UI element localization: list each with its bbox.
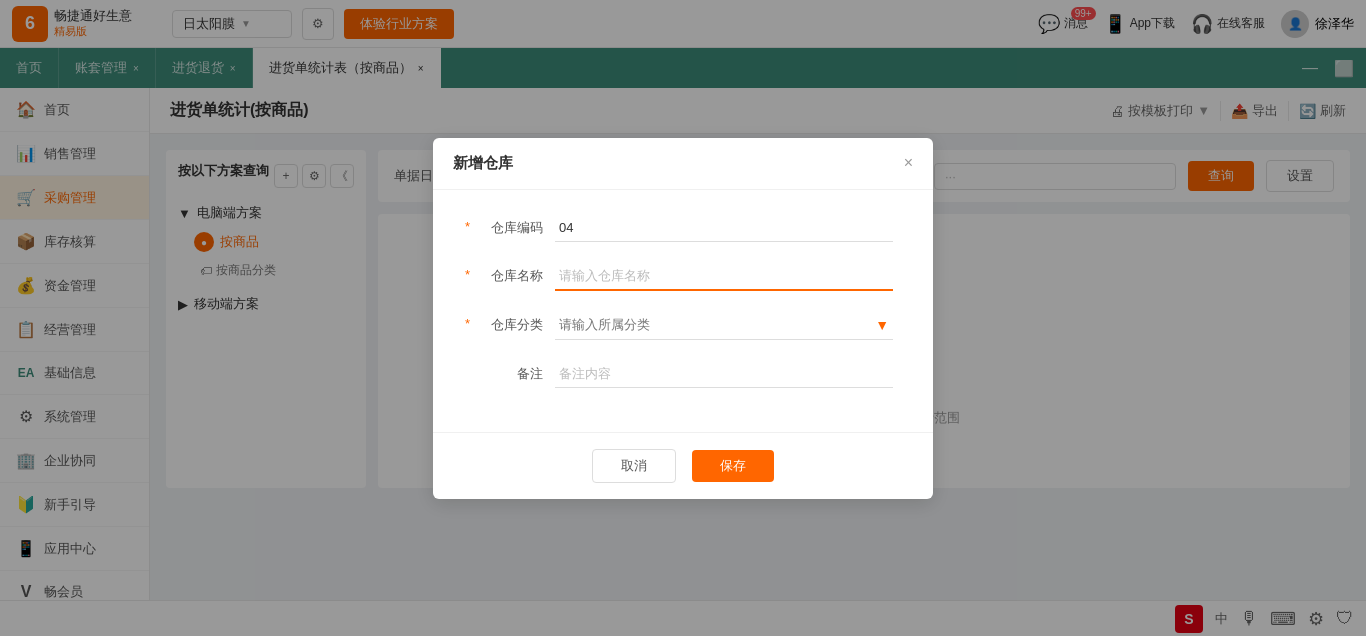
name-input[interactable] (555, 262, 893, 291)
modal-overlay: 新增仓库 × 仓库编码 仓库名称 仓库分类 ▼ (0, 0, 1366, 636)
modal-title: 新增仓库 (453, 154, 513, 173)
modal-body: 仓库编码 仓库名称 仓库分类 ▼ 备注 (433, 190, 933, 432)
modal-header: 新增仓库 × (433, 138, 933, 190)
modal-footer: 取消 保存 (433, 432, 933, 499)
name-label: 仓库名称 (473, 267, 543, 285)
form-row-remark: 备注 (473, 360, 893, 388)
modal-new-warehouse: 新增仓库 × 仓库编码 仓库名称 仓库分类 ▼ (433, 138, 933, 499)
remark-label: 备注 (473, 365, 543, 383)
save-btn[interactable]: 保存 (692, 450, 774, 482)
code-input[interactable] (555, 214, 893, 242)
category-label: 仓库分类 (473, 316, 543, 334)
modal-close-btn[interactable]: × (904, 154, 913, 172)
remark-input[interactable] (555, 360, 893, 388)
cancel-btn[interactable]: 取消 (592, 449, 676, 483)
code-label: 仓库编码 (473, 219, 543, 237)
category-input[interactable] (559, 317, 875, 332)
category-select[interactable]: ▼ (555, 311, 893, 340)
category-dropdown-arrow: ▼ (875, 317, 889, 333)
form-row-code: 仓库编码 (473, 214, 893, 242)
form-row-category: 仓库分类 ▼ (473, 311, 893, 340)
form-row-name: 仓库名称 (473, 262, 893, 291)
